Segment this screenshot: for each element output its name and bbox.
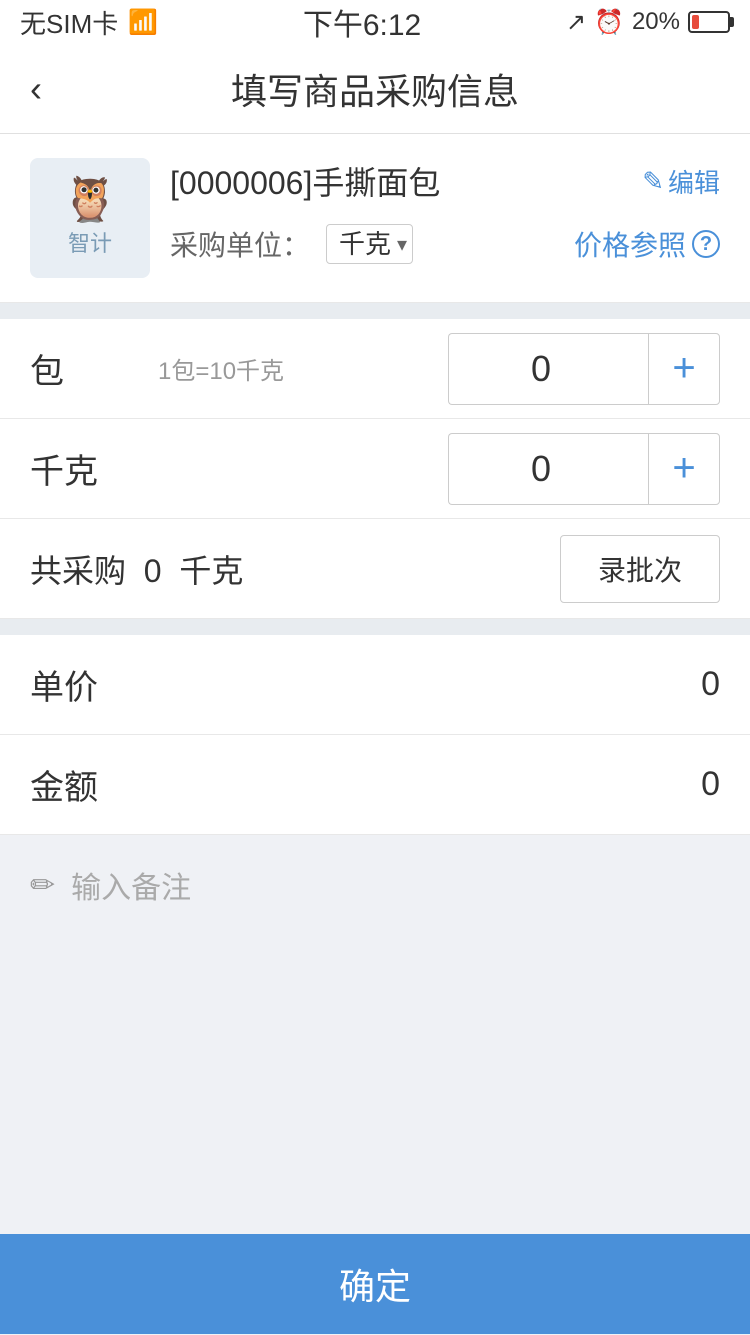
price-ref-label: 价格参照 [574, 224, 686, 264]
status-time: 下午6:12 [303, 0, 421, 44]
battery-icon [688, 11, 730, 33]
status-left: 无SIM卡 📶 [20, 4, 158, 41]
edit-button[interactable]: ✎ 编辑 [642, 163, 720, 200]
brand-text: 智计 [63, 226, 118, 258]
product-image: 🦉 智计 [30, 158, 150, 278]
bao-sublabel: 1包=10千克 [158, 351, 284, 386]
kg-plus-button[interactable]: + [648, 433, 720, 505]
amount-value: 0 [701, 765, 720, 804]
unit-price-label: 单价 [30, 660, 98, 709]
input-section: 包 1包=10千克 + 千克 + 共采购 0 千克 录批次 [0, 319, 750, 619]
note-placeholder: 输入备注 [71, 863, 191, 907]
status-right: ↗ ⏰ 20% [566, 8, 730, 37]
product-info: [0000006]手撕面包 ✎ 编辑 采购单位： 千克 包 箱 [170, 158, 720, 264]
nav-bar: ‹ 填写商品采购信息 [0, 44, 750, 134]
info-icon: ? [692, 230, 720, 258]
back-button[interactable]: ‹ [30, 68, 42, 110]
batch-button[interactable]: 录批次 [560, 535, 720, 603]
summary-prefix: 共采购 [30, 553, 126, 589]
brand-logo: 🦉 [63, 178, 118, 222]
pencil-icon: ✏ [30, 868, 55, 903]
section-divider-1 [0, 303, 750, 319]
wifi-icon: 📶 [128, 8, 158, 37]
section-divider-2 [0, 619, 750, 635]
kg-input-wrapper: + [448, 433, 720, 505]
bao-row: 包 1包=10千克 + [0, 319, 750, 419]
summary-value: 0 [144, 553, 162, 589]
battery-percent: 20% [632, 8, 680, 36]
price-section: 单价 0 金额 0 [0, 635, 750, 835]
unit-select-wrapper[interactable]: 千克 包 箱 [326, 224, 413, 264]
kg-input[interactable] [448, 433, 648, 505]
edit-label: 编辑 [668, 163, 720, 200]
edit-icon: ✎ [642, 166, 664, 197]
summary-text: 共采购 0 千克 [30, 546, 243, 592]
unit-price-row: 单价 0 [0, 635, 750, 735]
alarm-icon: ⏰ [594, 8, 624, 37]
product-name: [0000006]手撕面包 [170, 158, 440, 204]
empty-space [0, 935, 750, 1235]
product-title-row: [0000006]手撕面包 ✎ 编辑 [170, 158, 720, 204]
unit-select[interactable]: 千克 包 箱 [326, 224, 413, 264]
unit-label: 采购单位： [170, 224, 310, 264]
confirm-label: 确定 [339, 1258, 411, 1310]
summary-row: 共采购 0 千克 录批次 [0, 519, 750, 619]
price-ref-button[interactable]: 价格参照 ? [574, 224, 720, 264]
location-icon: ↗ [566, 8, 586, 37]
product-unit-row: 采购单位： 千克 包 箱 价格参照 ? [170, 224, 720, 264]
bao-label: 包 [30, 344, 150, 393]
confirm-button[interactable]: 确定 [0, 1234, 750, 1334]
amount-label: 金额 [30, 760, 98, 809]
summary-unit: 千克 [179, 553, 243, 589]
bao-plus-button[interactable]: + [648, 333, 720, 405]
note-section[interactable]: ✏ 输入备注 [0, 835, 750, 935]
amount-row: 金额 0 [0, 735, 750, 835]
kg-label: 千克 [30, 444, 150, 493]
product-card: 🦉 智计 [0000006]手撕面包 ✎ 编辑 采购单位： 千克 包 [0, 134, 750, 303]
carrier-text: 无SIM卡 [20, 4, 118, 41]
bao-input[interactable] [448, 333, 648, 405]
page-title: 填写商品采购信息 [231, 63, 519, 115]
status-bar: 无SIM卡 📶 下午6:12 ↗ ⏰ 20% [0, 0, 750, 44]
unit-price-value: 0 [701, 665, 720, 704]
kg-row: 千克 + [0, 419, 750, 519]
bao-input-wrapper: + [448, 333, 720, 405]
